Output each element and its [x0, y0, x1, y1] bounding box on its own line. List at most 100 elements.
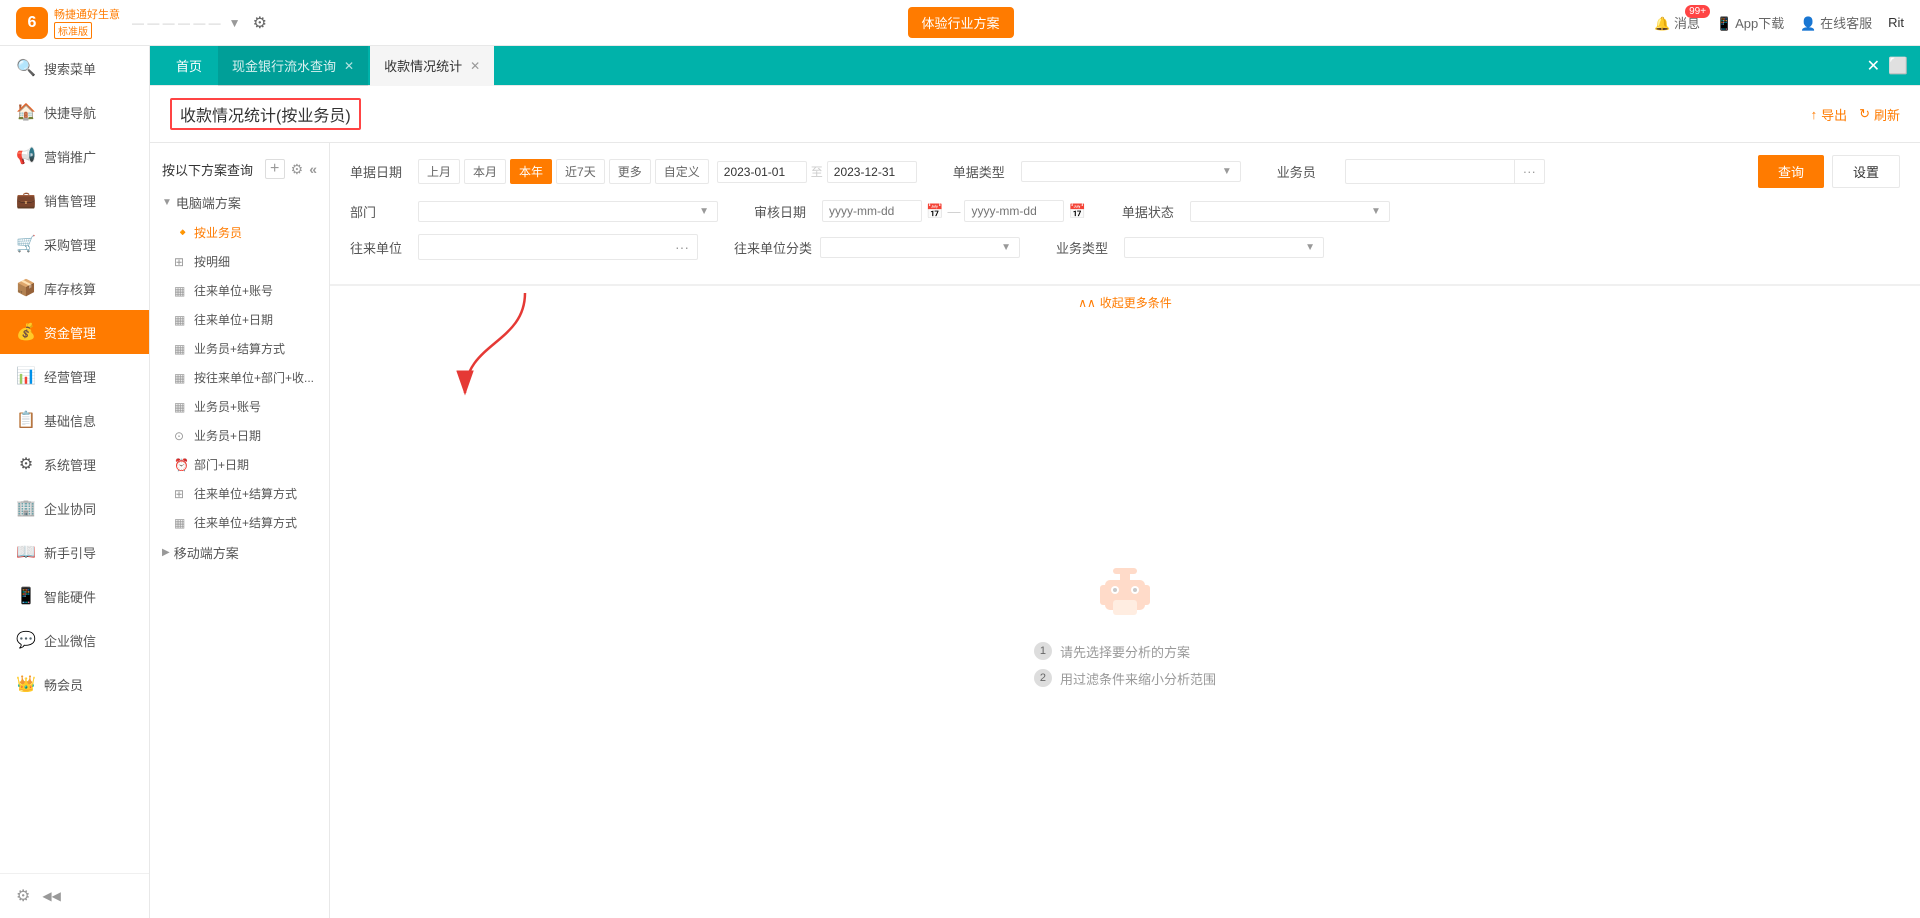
sidebar-item-operation[interactable]: 📊 经营管理 [0, 354, 149, 398]
refresh-button[interactable]: ↻ 刷新 [1859, 105, 1900, 124]
scheme-group-desktop-header[interactable]: ▼ 电脑端方案 [150, 187, 329, 218]
salesperson-field[interactable]: ··· [1345, 159, 1545, 184]
scheme-group-mobile-title: 移动端方案 [174, 543, 239, 562]
sidebar-item-search-menu[interactable]: 🔍 搜索菜单 [0, 46, 149, 90]
sidebar-item-inventory[interactable]: 📦 库存核算 [0, 266, 149, 310]
sidebar-item-member[interactable]: 👑 畅会员 [0, 662, 149, 706]
online-service[interactable]: 👤 在线客服 [1800, 13, 1872, 32]
tab-receipt-stat-close[interactable]: ✕ [470, 59, 480, 73]
scheme-item-counterparty-settlement2[interactable]: ▦ 往来单位+结算方式 [150, 508, 329, 537]
scheme-group-mobile-header[interactable]: ▶ 移动端方案 [150, 537, 329, 568]
scheme-collapse-icon[interactable]: « [309, 161, 317, 177]
biz-type-select[interactable]: ▼ [1124, 237, 1324, 258]
date-btn-this-month[interactable]: 本月 [464, 159, 506, 184]
scheme-item-salesperson-date[interactable]: ⊙ 业务员+日期 [150, 421, 329, 450]
sidebar-item-fund[interactable]: 💰 资金管理 [0, 310, 149, 354]
sidebar-item-purchase[interactable]: 🛒 采购管理 [0, 222, 149, 266]
scheme-item-counterparty-account[interactable]: ▦ 往来单位+账号 [150, 276, 329, 305]
app-download[interactable]: 📱 App下载 [1716, 13, 1784, 32]
sidebar-item-enterprise[interactable]: 🏢 企业协同 [0, 486, 149, 530]
scheme-item-by-counterparty-dept[interactable]: ▦ 按往来单位+部门+收... [150, 363, 329, 392]
search-menu-icon: 🔍 [16, 58, 36, 78]
salesperson-date-label: 业务员+日期 [194, 427, 261, 444]
tab-bank-flow[interactable]: 现金银行流水查询 ✕ [218, 46, 368, 86]
trial-button[interactable]: 体验行业方案 [908, 7, 1014, 38]
user-info[interactable]: Rit [1888, 15, 1904, 30]
sidebar-settings-icon[interactable]: ⚙ [16, 886, 30, 906]
export-button[interactable]: ↑ 导出 [1811, 105, 1848, 124]
dept-select[interactable]: ▼ [418, 201, 718, 222]
sidebar-item-sales[interactable]: 💼 销售管理 [0, 178, 149, 222]
scheme-item-by-salesperson[interactable]: 🔸 按业务员 [150, 218, 329, 247]
sidebar-item-marketing-label: 营销推广 [44, 147, 96, 166]
date-btn-custom[interactable]: 自定义 [655, 159, 709, 184]
tab-bar: 首页 现金银行流水查询 ✕ 收款情况统计 ✕ ✕ ⬜ [150, 46, 1920, 86]
empty-steps: 1 请先选择要分析的方案 2 用过滤条件来缩小分析范围 [1034, 642, 1216, 688]
date-btn-last-month[interactable]: 上月 [418, 159, 460, 184]
scheme-item-counterparty-date[interactable]: ▦ 往来单位+日期 [150, 305, 329, 334]
message-area[interactable]: 🔔 消息 99+ [1654, 13, 1700, 32]
marketing-icon: 📢 [16, 146, 36, 166]
salesperson-more-btn[interactable]: ··· [1514, 160, 1544, 183]
counterparty-field[interactable]: ··· [418, 234, 698, 260]
sidebar-collapse-icon[interactable]: ◀◀ [42, 889, 60, 903]
sidebar-item-quick-nav[interactable]: 🏠 快捷导航 [0, 90, 149, 134]
tab-home[interactable]: 首页 [162, 46, 216, 86]
calendar-to-icon[interactable]: 📅 [1068, 203, 1085, 220]
sidebar-item-marketing[interactable]: 📢 营销推广 [0, 134, 149, 178]
scheme-panel: 按以下方案查询 + ⚙ « ▼ 电脑端方案 🔸 按业务员 [150, 143, 330, 918]
date-input-group: 至 [717, 161, 917, 183]
purchase-icon: 🛒 [16, 234, 36, 254]
scheme-group-desktop: ▼ 电脑端方案 🔸 按业务员 ⊞ 按明细 ▦ 往来单位+账号 [150, 187, 329, 537]
date-btn-this-year[interactable]: 本年 [510, 159, 552, 184]
scheme-settings-icon[interactable]: ⚙ [291, 161, 304, 178]
empty-robot-icon [1085, 550, 1165, 630]
dept-date-label: 部门+日期 [194, 456, 249, 473]
settings-icon[interactable]: ⚙ [253, 13, 267, 33]
biz-type-condition: 业务类型 ▼ [1056, 237, 1324, 258]
review-date-to-input[interactable] [964, 200, 1064, 222]
counterparty-category-select[interactable]: ▼ [820, 237, 1020, 258]
top-bar: 6 畅捷通好生意 标准版 — — — — — — ▼ ⚙ 体验行业方案 🔔 消息… [0, 0, 1920, 46]
sidebar-item-system[interactable]: ⚙ 系统管理 [0, 442, 149, 486]
tab-receipt-stat[interactable]: 收款情况统计 ✕ [370, 46, 494, 86]
counterparty-dots-btn[interactable]: ··· [675, 239, 689, 255]
review-date-from-input[interactable] [822, 200, 922, 222]
tab-close-all-btn[interactable]: ✕ [1867, 56, 1880, 76]
date-btn-more[interactable]: 更多 [609, 159, 651, 184]
sidebar-item-operation-label: 经营管理 [44, 367, 96, 386]
sidebar-item-fund-label: 资金管理 [44, 323, 96, 342]
quick-nav-icon: 🏠 [16, 102, 36, 122]
tab-maximize-btn[interactable]: ⬜ [1888, 56, 1908, 76]
empty-state: 1 请先选择要分析的方案 2 用过滤条件来缩小分析范围 [330, 319, 1920, 918]
tab-bank-flow-label: 现金银行流水查询 [232, 56, 336, 75]
doc-status-select[interactable]: ▼ [1190, 201, 1390, 222]
date-condition: 单据日期 上月 本月 本年 近7天 更多 自定义 至 [350, 159, 917, 184]
set-button[interactable]: 设置 [1832, 155, 1900, 188]
salesperson-account-icon: ▦ [174, 400, 188, 414]
scheme-item-salesperson-settlement[interactable]: ▦ 业务员+结算方式 [150, 334, 329, 363]
breadcrumb-arrow[interactable]: ▼ [229, 16, 241, 30]
date-btn-7days[interactable]: 近7天 [556, 159, 605, 184]
sidebar-item-search-label: 搜索菜单 [44, 59, 96, 78]
collapse-bar[interactable]: ∧∧ 收起更多条件 [330, 285, 1920, 319]
scheme-add-icon[interactable]: + [265, 159, 285, 179]
sidebar-item-wechat[interactable]: 💬 企业微信 [0, 618, 149, 662]
breadcrumb-path: — — — — — — [132, 16, 221, 30]
calendar-from-icon[interactable]: 📅 [926, 203, 943, 220]
tab-bank-flow-close[interactable]: ✕ [344, 59, 354, 73]
doc-type-select[interactable]: ▼ [1021, 161, 1241, 182]
tab-bar-actions: ✕ ⬜ [1867, 56, 1908, 76]
date-from-input[interactable] [717, 161, 807, 183]
date-to-input[interactable] [827, 161, 917, 183]
query-button[interactable]: 查询 [1758, 155, 1824, 188]
scheme-item-counterparty-settlement1[interactable]: ⊞ 往来单位+结算方式 [150, 479, 329, 508]
sidebar-item-smart-hardware[interactable]: 📱 智能硬件 [0, 574, 149, 618]
salesperson-settlement-label: 业务员+结算方式 [194, 340, 285, 357]
scheme-item-dept-date[interactable]: ⏰ 部门+日期 [150, 450, 329, 479]
scheme-item-salesperson-account[interactable]: ▦ 业务员+账号 [150, 392, 329, 421]
scheme-item-by-detail[interactable]: ⊞ 按明细 [150, 247, 329, 276]
sidebar-item-basic-info[interactable]: 📋 基础信息 [0, 398, 149, 442]
query-panel: 单据日期 上月 本月 本年 近7天 更多 自定义 至 [330, 143, 1920, 918]
sidebar-item-guide[interactable]: 📖 新手引导 [0, 530, 149, 574]
